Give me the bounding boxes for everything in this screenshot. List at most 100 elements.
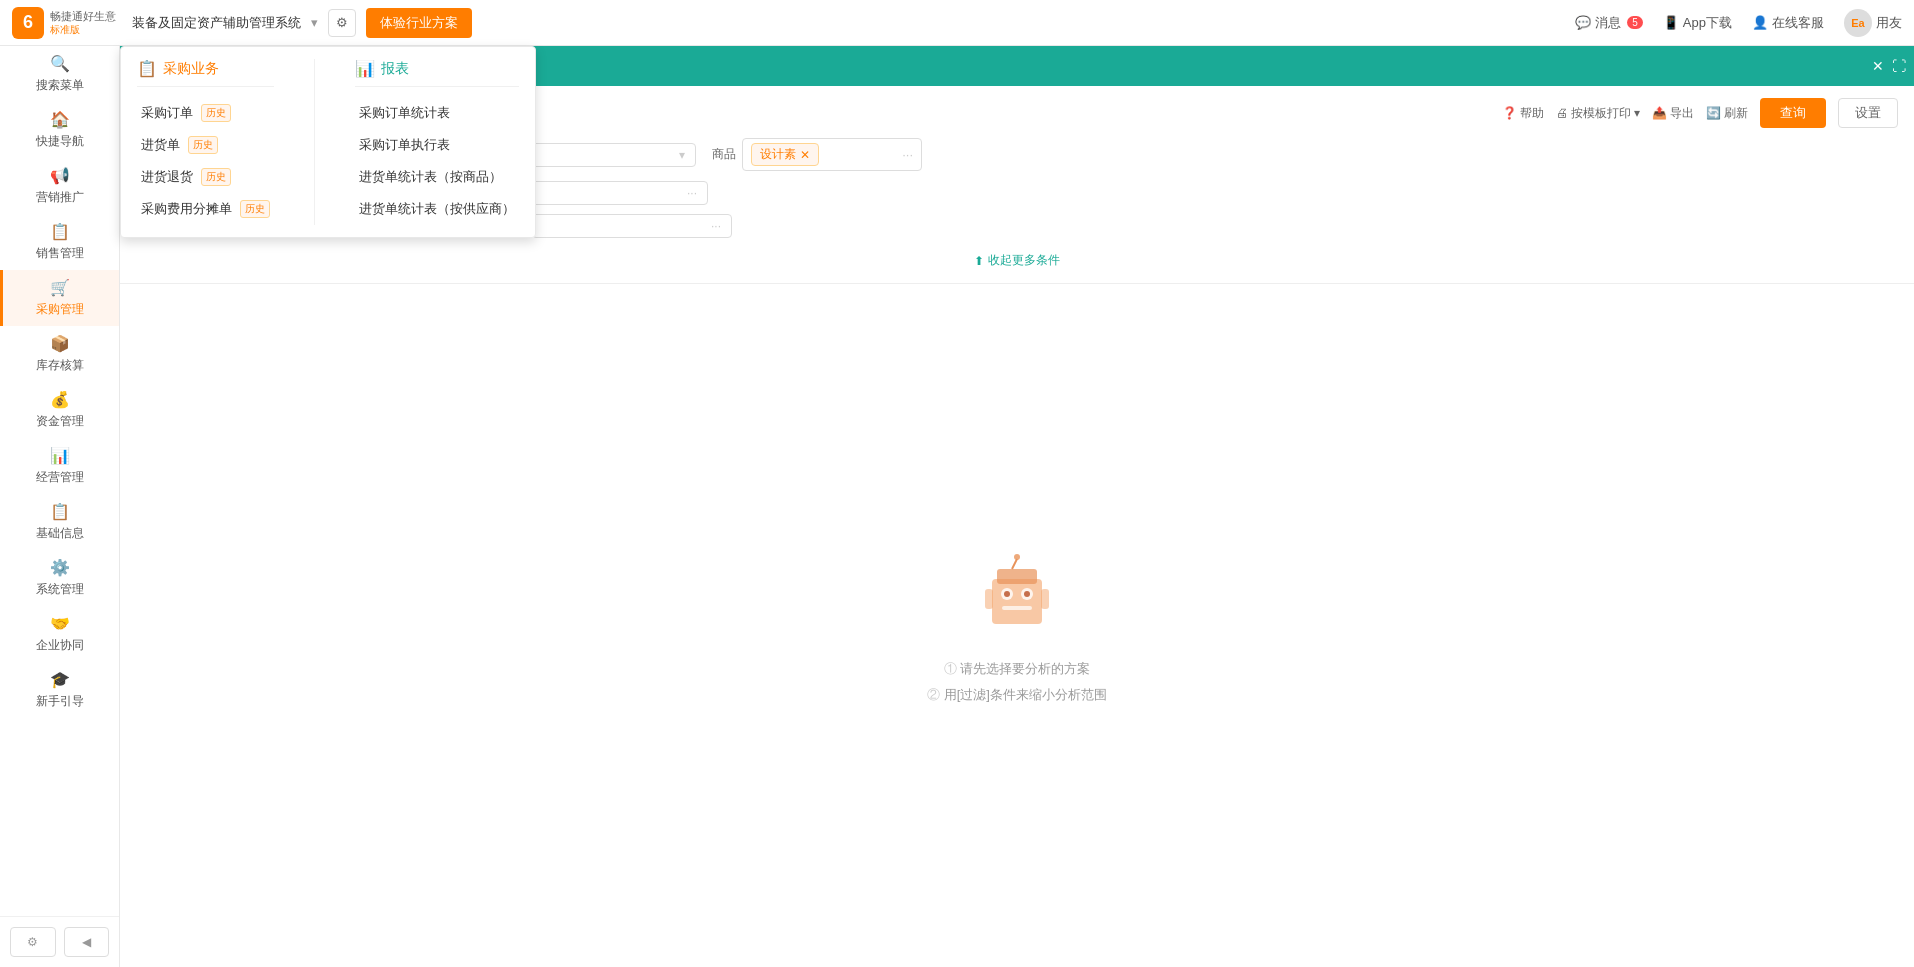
customer-more-icon[interactable]: ··· — [711, 219, 721, 233]
sidebar-item-finance[interactable]: 💰 资金管理 — [0, 382, 119, 438]
megaphone-icon: 📢 — [50, 166, 70, 185]
filter-customer: 客户 ··· — [502, 214, 732, 238]
sidebar-item-sales[interactable]: 📋 销售管理 — [0, 214, 119, 270]
chevron-down-icon: ▾ — [679, 148, 685, 162]
user-button[interactable]: Ea 用友 — [1844, 9, 1902, 37]
industry-button[interactable]: 体验行业方案 — [366, 8, 472, 38]
menu-item-in-stat-product[interactable]: 进货单统计表（按商品） — [355, 161, 519, 193]
query-button[interactable]: 查询 — [1760, 98, 1826, 128]
phone-icon: 📱 — [1663, 15, 1679, 30]
empty-state: 请先选择要分析的方案 用[过滤]条件来缩小分析范围 — [120, 284, 1914, 967]
sidebar-item-collab[interactable]: 🤝 企业协同 — [0, 606, 119, 662]
collapse-up-icon: ⬆ — [974, 254, 984, 268]
menu-item-in-stat-supplier[interactable]: 进货单统计表（按供应商） — [355, 193, 519, 225]
customer-input[interactable]: ··· — [532, 214, 732, 238]
basic-icon: 📋 — [50, 502, 70, 521]
print-icon: 🖨 — [1556, 106, 1568, 120]
svg-point-10 — [1014, 554, 1020, 560]
svg-line-9 — [1012, 559, 1017, 569]
salesman-more-icon[interactable]: ··· — [687, 186, 697, 200]
tab-close-all-icon[interactable]: ✕ — [1872, 58, 1884, 74]
home-icon: 🏠 — [50, 110, 70, 129]
dropdown-menu: 📋 采购业务 采购订单 历史 进货单 历史 进货退货 历史 采购费用分摊单 历史 — [120, 46, 536, 238]
guide-icon: 🎓 — [50, 670, 70, 689]
print-dropdown-icon[interactable]: ▾ — [1634, 106, 1640, 120]
sys-title: 装备及固定资产辅助管理系统 — [132, 14, 301, 32]
sidebar-item-guide[interactable]: 🎓 新手引导 — [0, 662, 119, 718]
logo-icon: 6 — [12, 7, 44, 39]
report-menu-icon: 📊 — [355, 59, 375, 78]
sidebar-item-search[interactable]: 🔍 搜索菜单 — [0, 46, 119, 102]
menu-divider — [314, 59, 315, 225]
more-dots-icon[interactable]: ··· — [902, 147, 913, 162]
sidebar-collapse-button[interactable]: ◀ — [64, 927, 110, 957]
top-header: 6 畅捷通好生意 标准版 装备及固定资产辅助管理系统 ▾ ⚙ 体验行业方案 💬 … — [0, 0, 1914, 46]
service-icon: 👤 — [1752, 15, 1768, 30]
menu-item-purchase-order[interactable]: 采购订单 历史 — [137, 97, 274, 129]
finance-icon: 💰 — [50, 390, 70, 409]
sidebar-item-marketing[interactable]: 📢 营销推广 — [0, 158, 119, 214]
operation-icon: 📊 — [50, 446, 70, 465]
menu-section-purchase: 📋 采购业务 采购订单 历史 进货单 历史 进货退货 历史 采购费用分摊单 历史 — [137, 59, 274, 225]
product-input[interactable]: 设计素 ✕ ··· — [742, 138, 922, 171]
message-badge: 5 — [1627, 16, 1643, 29]
dropdown-menu-overlay: 📋 采购业务 采购订单 历史 进货单 历史 进货退货 历史 采购费用分摊单 历史 — [120, 46, 536, 238]
product-tag: 设计素 ✕ — [751, 143, 819, 166]
collapse-button[interactable]: ⬆ 收起更多条件 — [136, 246, 1898, 271]
avatar: Ea — [1844, 9, 1872, 37]
sidebar-item-inventory[interactable]: 📦 库存核算 — [0, 326, 119, 382]
sidebar: 🔍 搜索菜单 🏠 快捷导航 📢 营销推广 📋 销售管理 🛒 采购管理 📦 库存核… — [0, 46, 120, 967]
svg-rect-6 — [1002, 606, 1032, 610]
empty-text: 请先选择要分析的方案 用[过滤]条件来缩小分析范围 — [927, 656, 1107, 708]
header-middle: 装备及固定资产辅助管理系统 ▾ ⚙ 体验行业方案 — [132, 8, 1575, 38]
collab-icon: 🤝 — [50, 614, 70, 633]
report-section-title: 📊 报表 — [355, 59, 519, 87]
export-icon: 📤 — [1652, 106, 1667, 120]
app-download-button[interactable]: 📱 App下载 — [1663, 14, 1732, 32]
print-button[interactable]: 🖨 按模板打印 ▾ — [1556, 105, 1640, 122]
online-service-button[interactable]: 👤 在线客服 — [1752, 14, 1824, 32]
empty-illustration — [967, 544, 1067, 644]
sidebar-item-quicknav[interactable]: 🏠 快捷导航 — [0, 102, 119, 158]
sidebar-settings-button[interactable]: ⚙ — [10, 927, 56, 957]
header-right: 💬 消息 5 📱 App下载 👤 在线客服 Ea 用友 — [1575, 9, 1902, 37]
svg-rect-0 — [992, 579, 1042, 624]
svg-rect-7 — [985, 589, 993, 609]
svg-point-5 — [1024, 591, 1030, 597]
sales-icon: 📋 — [50, 222, 70, 241]
message-button[interactable]: 💬 消息 5 — [1575, 14, 1643, 32]
menu-item-purchase-in[interactable]: 进货单 历史 — [137, 129, 274, 161]
salesman-input[interactable]: ··· — [508, 181, 708, 205]
set-button[interactable]: 设置 — [1838, 98, 1898, 128]
search-icon: 🔍 — [50, 54, 70, 73]
tab-bar-right: ✕ ⛶ — [1872, 58, 1906, 74]
svg-rect-1 — [997, 569, 1037, 584]
filter-product: 商品 设计素 ✕ ··· — [712, 138, 922, 171]
sidebar-bottom: ⚙ ◀ — [0, 916, 119, 967]
purchase-menu-icon: 📋 — [137, 59, 157, 78]
sidebar-item-operation[interactable]: 📊 经营管理 — [0, 438, 119, 494]
svg-rect-8 — [1041, 589, 1049, 609]
menu-section-report: 📊 报表 采购订单统计表 采购订单执行表 进货单统计表（按商品） 进货单统计表（… — [355, 59, 519, 225]
menu-item-purchase-return[interactable]: 进货退货 历史 — [137, 161, 274, 193]
menu-item-po-stat[interactable]: 采购订单统计表 — [355, 97, 519, 129]
export-button[interactable]: 📤 导出 — [1652, 105, 1694, 122]
chevron-down-icon[interactable]: ▾ — [311, 15, 318, 30]
message-icon: 💬 — [1575, 15, 1591, 30]
menu-item-po-exec[interactable]: 采购订单执行表 — [355, 129, 519, 161]
refresh-button[interactable]: 🔄 刷新 — [1706, 105, 1748, 122]
svg-point-4 — [1004, 591, 1010, 597]
menu-item-purchase-fee[interactable]: 采购费用分摊单 历史 — [137, 193, 274, 225]
sidebar-item-purchase[interactable]: 🛒 采购管理 — [0, 270, 119, 326]
settings-icon[interactable]: ⚙ — [328, 9, 356, 37]
purchase-section-title: 📋 采购业务 — [137, 59, 274, 87]
logo-area: 6 畅捷通好生意 标准版 — [12, 7, 132, 39]
tab-expand-icon[interactable]: ⛶ — [1892, 58, 1906, 74]
help-button[interactable]: ❓ 帮助 — [1502, 105, 1544, 122]
purchase-icon: 🛒 — [50, 278, 70, 297]
tag-close-icon[interactable]: ✕ — [800, 148, 810, 162]
system-icon: ⚙️ — [50, 558, 70, 577]
sidebar-item-basic[interactable]: 📋 基础信息 — [0, 494, 119, 550]
help-icon: ❓ — [1502, 106, 1517, 120]
sidebar-item-system[interactable]: ⚙️ 系统管理 — [0, 550, 119, 606]
